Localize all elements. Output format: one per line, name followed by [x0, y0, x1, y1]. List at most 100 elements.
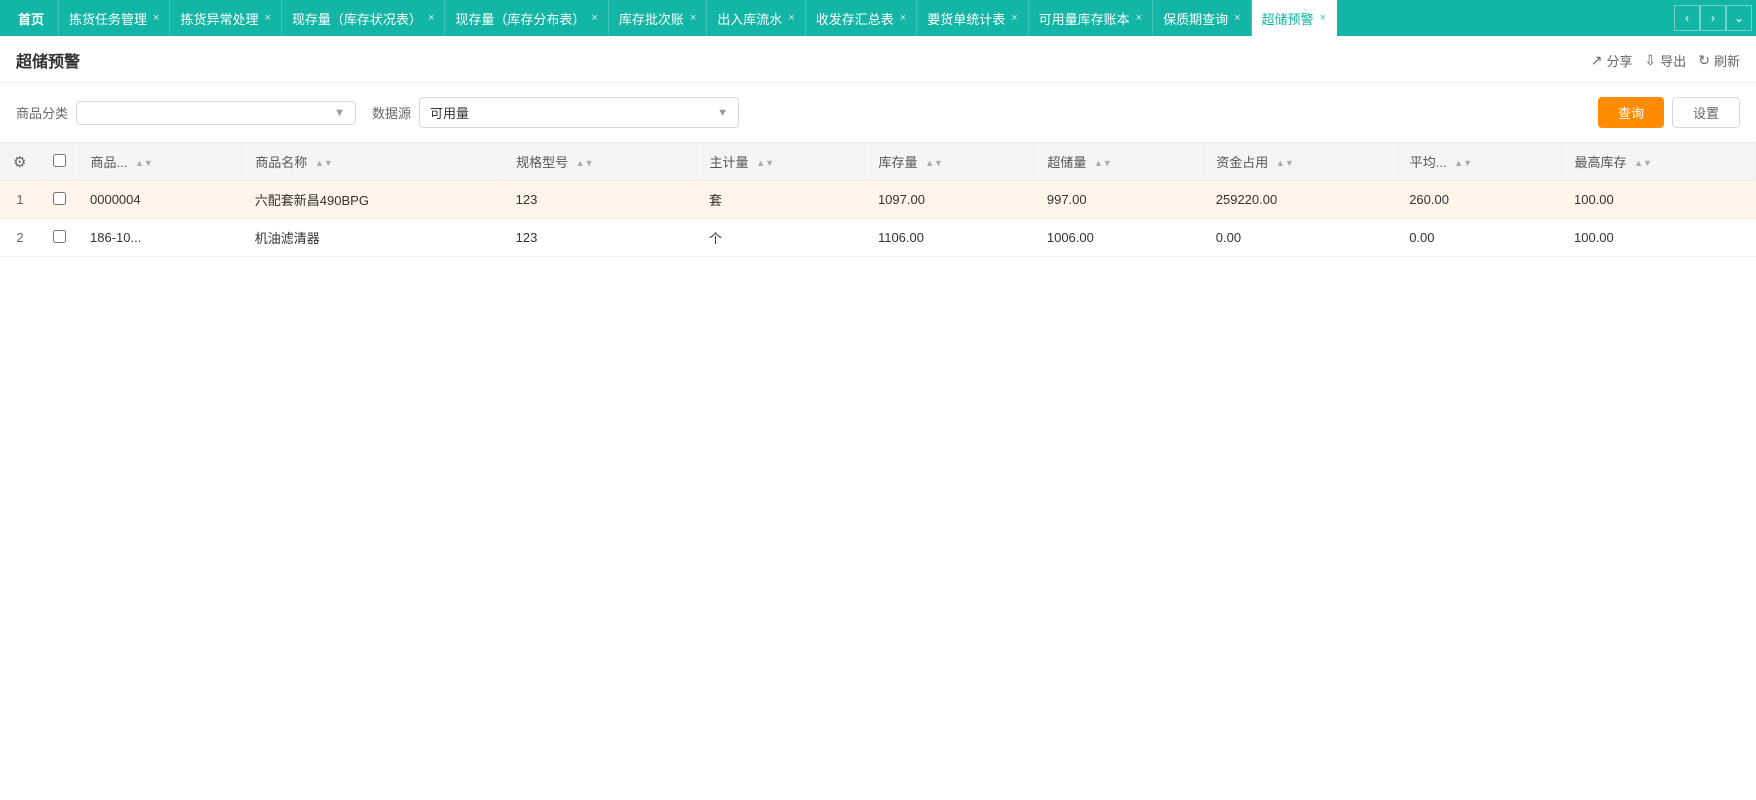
- nav-tab-expiry-query-close[interactable]: ×: [1234, 12, 1240, 24]
- col-unit-sort-icon: ▲▼: [756, 159, 774, 168]
- nav-tab-batch-account-close[interactable]: ×: [690, 12, 696, 24]
- share-icon: ↗: [1591, 52, 1603, 69]
- nav-tab-inventory-status[interactable]: 现存量（库存状况表） ×: [282, 0, 445, 36]
- row-unit-0: 套: [697, 181, 866, 219]
- table-col-max-stock[interactable]: 最高库存 ▲▼: [1562, 143, 1756, 181]
- row-checkbox-1[interactable]: [53, 230, 66, 243]
- nav-tab-expiry-query-label: 保质期查询: [1163, 9, 1228, 28]
- nav-tab-demand-stat[interactable]: 要货单统计表 ×: [917, 0, 1028, 36]
- table-col-unit[interactable]: 主计量 ▲▼: [697, 143, 866, 181]
- table-col-avg[interactable]: 平均... ▲▼: [1397, 143, 1562, 181]
- table-header-row: ⚙ 商品... ▲▼ 商品名称 ▲▼ 规格型号 ▲▼: [0, 143, 1756, 181]
- row-avg-0: 260.00: [1397, 181, 1562, 219]
- header-actions: ↗ 分享 ⇩ 导出 ↻ 刷新: [1591, 51, 1740, 70]
- col-unit-label: 主计量: [710, 155, 749, 170]
- nav-tab-inventory-dist[interactable]: 现存量（库存分布表） ×: [445, 0, 608, 36]
- nav-tab-overstock-alert[interactable]: 超储预警 ×: [1252, 0, 1337, 36]
- nav-tab-flow[interactable]: 出入库流水 ×: [707, 0, 805, 36]
- nav-tab-home[interactable]: 首页: [4, 0, 59, 36]
- overstock-table: ⚙ 商品... ▲▼ 商品名称 ▲▼ 规格型号 ▲▼: [0, 142, 1756, 257]
- col-overstock-label: 超储量: [1047, 155, 1086, 170]
- table-col-checkbox: [40, 143, 78, 181]
- row-checkbox-0[interactable]: [53, 192, 66, 205]
- nav-tab-inventory-dist-close[interactable]: ×: [591, 12, 597, 24]
- datasource-select[interactable]: 可用量 ▼: [419, 97, 739, 128]
- nav-prev-button[interactable]: ‹: [1674, 5, 1700, 31]
- nav-tab-available-book-close[interactable]: ×: [1136, 12, 1142, 24]
- nav-tab-flow-close[interactable]: ×: [788, 12, 794, 24]
- export-icon: ⇩: [1645, 52, 1657, 69]
- col-avg-sort-icon: ▲▼: [1454, 159, 1472, 168]
- row-checkbox-cell-0: [40, 181, 78, 219]
- row-max-stock-0: 100.00: [1562, 181, 1756, 219]
- nav-tab-exception[interactable]: 拣货异常处理 ×: [170, 0, 281, 36]
- datasource-filter-group: 数据源 可用量 ▼: [372, 97, 739, 128]
- table-col-capital[interactable]: 资金占用 ▲▼: [1204, 143, 1397, 181]
- nav-tab-demand-stat-close[interactable]: ×: [1011, 12, 1017, 24]
- filter-bar: 商品分类 ▼ 数据源 可用量 ▼ 查询 设置: [0, 83, 1756, 142]
- category-chevron-down-icon: ▼: [334, 107, 345, 119]
- select-all-checkbox[interactable]: [53, 154, 66, 167]
- table-col-overstock[interactable]: 超储量 ▲▼: [1035, 143, 1204, 181]
- nav-tab-summary-close[interactable]: ×: [900, 12, 906, 24]
- nav-tab-batch-account[interactable]: 库存批次账 ×: [609, 0, 707, 36]
- datasource-chevron-down-icon: ▼: [717, 107, 728, 119]
- col-capital-sort-icon: ▲▼: [1276, 159, 1294, 168]
- refresh-link[interactable]: ↻ 刷新: [1698, 51, 1740, 70]
- row-spec-1: 123: [504, 219, 697, 257]
- share-label: 分享: [1606, 51, 1632, 70]
- nav-tab-overstock-alert-label: 超储预警: [1262, 9, 1314, 28]
- row-stock-0: 1097.00: [866, 181, 1035, 219]
- table-body: 1 0000004 六配套新昌490BPG 123 套 1097.00 997.…: [0, 181, 1756, 257]
- col-stock-label: 库存量: [878, 155, 917, 170]
- row-num-1: 2: [0, 219, 40, 257]
- nav-tab-exception-close[interactable]: ×: [264, 12, 270, 24]
- category-label: 商品分类: [16, 103, 68, 122]
- col-avg-label: 平均...: [1410, 155, 1447, 170]
- table-col-name[interactable]: 商品名称 ▲▼: [243, 143, 504, 181]
- page-title: 超储预警: [16, 48, 80, 72]
- row-capital-1: 0.00: [1204, 219, 1397, 257]
- col-name-sort-icon: ▲▼: [315, 159, 333, 168]
- nav-tab-expiry-query[interactable]: 保质期查询 ×: [1153, 0, 1251, 36]
- nav-next-button[interactable]: ›: [1700, 5, 1726, 31]
- settings-button[interactable]: 设置: [1672, 97, 1740, 128]
- datasource-label: 数据源: [372, 103, 411, 122]
- nav-tab-available-book[interactable]: 可用量库存账本 ×: [1029, 0, 1153, 36]
- nav-tab-home-label: 首页: [18, 9, 44, 28]
- share-link[interactable]: ↗ 分享: [1591, 51, 1633, 70]
- table-container: ⚙ 商品... ▲▼ 商品名称 ▲▼ 规格型号 ▲▼: [0, 142, 1756, 257]
- nav-tab-task-mgmt-label: 拣货任务管理: [69, 9, 147, 28]
- table-col-stock[interactable]: 库存量 ▲▼: [866, 143, 1035, 181]
- nav-menu-button[interactable]: ⌄: [1726, 5, 1752, 31]
- export-link[interactable]: ⇩ 导出: [1645, 51, 1687, 70]
- col-code-label: 商品...: [91, 155, 128, 170]
- nav-tab-task-mgmt[interactable]: 拣货任务管理 ×: [59, 0, 170, 36]
- col-max-stock-label: 最高库存: [1575, 155, 1627, 170]
- nav-tab-inventory-dist-label: 现存量（库存分布表）: [455, 9, 585, 28]
- row-num-0: 1: [0, 181, 40, 219]
- table-settings-icon[interactable]: ⚙: [13, 154, 26, 171]
- query-button[interactable]: 查询: [1598, 97, 1664, 128]
- nav-tab-summary[interactable]: 收发存汇总表 ×: [806, 0, 917, 36]
- row-avg-1: 0.00: [1397, 219, 1562, 257]
- category-select[interactable]: ▼: [76, 101, 356, 125]
- table-col-gear: ⚙: [0, 143, 40, 181]
- table-col-code[interactable]: 商品... ▲▼: [78, 143, 243, 181]
- nav-tab-task-mgmt-close[interactable]: ×: [153, 12, 159, 24]
- nav-tab-inventory-status-close[interactable]: ×: [428, 12, 434, 24]
- nav-tab-exception-label: 拣货异常处理: [180, 9, 258, 28]
- row-checkbox-cell-1: [40, 219, 78, 257]
- nav-tab-overstock-alert-close[interactable]: ×: [1320, 12, 1326, 24]
- nav-tab-flow-label: 出入库流水: [717, 9, 782, 28]
- col-code-sort-icon: ▲▼: [135, 159, 153, 168]
- table-row: 1 0000004 六配套新昌490BPG 123 套 1097.00 997.…: [0, 181, 1756, 219]
- refresh-icon: ↻: [1698, 52, 1710, 69]
- col-name-label: 商品名称: [255, 155, 307, 170]
- export-label: 导出: [1660, 51, 1686, 70]
- row-max-stock-1: 100.00: [1562, 219, 1756, 257]
- row-overstock-1: 1006.00: [1035, 219, 1204, 257]
- row-code-0: 0000004: [78, 181, 243, 219]
- page-container: 超储预警 ↗ 分享 ⇩ 导出 ↻ 刷新 商品分类 ▼ 数据源: [0, 36, 1756, 800]
- table-col-spec[interactable]: 规格型号 ▲▼: [504, 143, 697, 181]
